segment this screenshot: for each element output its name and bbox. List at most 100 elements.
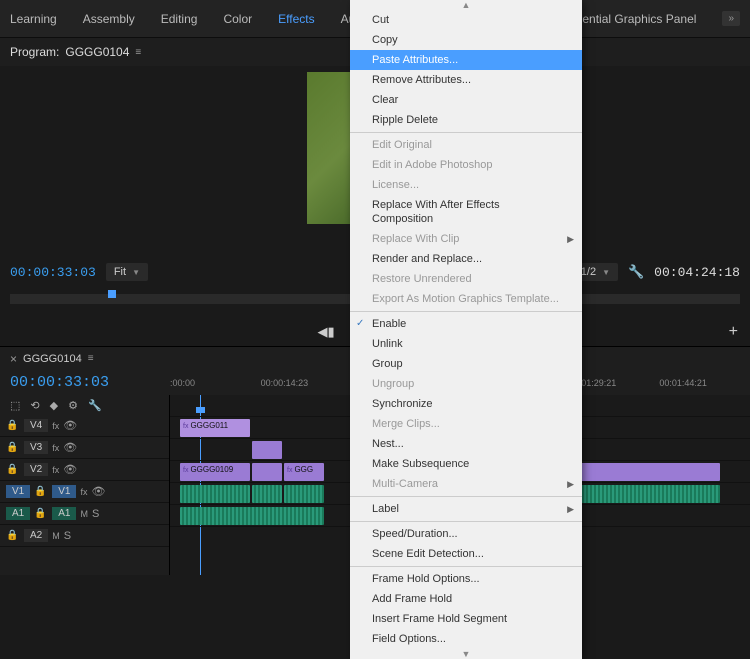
panel-menu-icon[interactable]: ≡ (135, 47, 141, 58)
track-label[interactable]: A1 (52, 507, 76, 520)
menu-separator (350, 521, 582, 522)
workspace-tab-learning[interactable]: Learning (10, 2, 57, 36)
track-label[interactable]: V1 (52, 485, 76, 498)
video-clip[interactable]: fxGGG (284, 463, 324, 481)
snap-icon[interactable]: ⬚ (10, 399, 20, 412)
workspace-tab-assembly[interactable]: Assembly (83, 2, 135, 36)
add-button-icon[interactable]: + (729, 323, 738, 341)
workspace-tab-color[interactable]: Color (223, 2, 252, 36)
overflow-chevron-icon[interactable]: » (722, 11, 740, 26)
eye-icon[interactable]: 👁 (63, 441, 77, 454)
menu-item-nest[interactable]: Nest... (350, 434, 582, 454)
mark-in-icon[interactable]: ◀▮ (317, 324, 334, 340)
fx-badge[interactable]: fx (52, 443, 59, 453)
current-timecode[interactable]: 00:00:33:03 (10, 265, 96, 280)
submenu-arrow-icon: ▶ (567, 502, 574, 516)
menu-item-frame-hold-options[interactable]: Frame Hold Options... (350, 569, 582, 589)
menu-item-ripple-delete[interactable]: Ripple Delete (350, 110, 582, 130)
menu-item-restore-unrendered: Restore Unrendered (350, 269, 582, 289)
menu-item-label: Scene Edit Detection... (372, 547, 484, 561)
scroll-up-arrow-icon[interactable]: ▲ (350, 0, 582, 10)
menu-item-unlink[interactable]: Unlink (350, 334, 582, 354)
fx-badge[interactable]: fx (52, 465, 59, 475)
lock-icon[interactable]: 🔒 (34, 486, 48, 497)
track-patch[interactable]: V1 (6, 485, 30, 498)
timeline-panel-menu-icon[interactable]: ≡ (88, 353, 94, 364)
lock-icon[interactable]: 🔒 (34, 508, 48, 519)
track-patch[interactable]: A1 (6, 507, 30, 520)
menu-item-synchronize[interactable]: Synchronize (350, 394, 582, 414)
track-label[interactable]: A2 (24, 529, 48, 542)
video-clip[interactable] (560, 463, 720, 481)
menu-item-label: Clear (372, 93, 398, 107)
menu-item-cut[interactable]: Cut (350, 10, 582, 30)
wrench-icon[interactable]: 🔧 (88, 399, 102, 412)
eye-icon[interactable]: 👁 (63, 463, 77, 476)
lock-icon[interactable]: 🔒 (6, 464, 20, 475)
menu-item-render-and-replace[interactable]: Render and Replace... (350, 249, 582, 269)
fx-badge[interactable]: fx (80, 487, 87, 497)
scroll-down-arrow-icon[interactable]: ▼ (350, 649, 582, 659)
settings-icon[interactable]: ⚙ (68, 399, 78, 412)
menu-item-label: Synchronize (372, 397, 433, 411)
fx-badge[interactable]: fx (52, 421, 59, 431)
menu-item-label: Label (372, 502, 399, 516)
track-a2-header[interactable]: 🔒 A2 M S (0, 525, 169, 547)
menu-item-field-options[interactable]: Field Options... (350, 629, 582, 649)
zoom-fit-dropdown[interactable]: Fit▼ (106, 263, 148, 281)
workspace-tab-editing[interactable]: Editing (161, 2, 198, 36)
track-label[interactable]: V3 (24, 441, 48, 454)
track-label[interactable]: V2 (24, 463, 48, 476)
menu-item-speed-duration[interactable]: Speed/Duration... (350, 524, 582, 544)
audio-clip[interactable] (284, 485, 324, 503)
menu-item-group[interactable]: Group (350, 354, 582, 374)
link-icon[interactable]: ⟲ (30, 399, 39, 412)
menu-item-license: License... (350, 175, 582, 195)
audio-clip[interactable] (180, 485, 250, 503)
solo-badge[interactable]: S (64, 530, 78, 542)
track-label[interactable]: V4 (24, 419, 48, 432)
menu-item-label: Ungroup (372, 377, 414, 391)
video-clip[interactable]: fxGGGG0109 (180, 463, 250, 481)
mute-badge[interactable]: M (52, 531, 60, 541)
marker-icon[interactable]: ◆ (50, 399, 58, 412)
menu-item-insert-frame-hold-segment[interactable]: Insert Frame Hold Segment (350, 609, 582, 629)
menu-item-make-subsequence[interactable]: Make Subsequence (350, 454, 582, 474)
close-panel-icon[interactable]: × (10, 352, 17, 366)
video-clip[interactable] (252, 463, 282, 481)
menu-item-label[interactable]: Label ▶ (350, 499, 582, 519)
menu-item-label: Enable (372, 317, 406, 331)
video-clip[interactable] (252, 441, 282, 459)
mute-badge[interactable]: M (80, 509, 88, 519)
workspace-tab-graphics[interactable]: Essential Graphics Panel (562, 2, 696, 36)
eye-icon[interactable]: 👁 (91, 485, 105, 498)
workspace-tab-effects[interactable]: Effects (278, 2, 314, 36)
track-a1-header[interactable]: A1 🔒 A1 M S (0, 503, 169, 525)
timeline-timecode[interactable]: 00:00:33:03 (10, 374, 109, 391)
menu-item-scene-edit-detection[interactable]: Scene Edit Detection... (350, 544, 582, 564)
track-v4-header[interactable]: 🔒 V4 fx 👁 (0, 415, 169, 437)
lock-icon[interactable]: 🔒 (6, 442, 20, 453)
eye-icon[interactable]: 👁 (63, 419, 77, 432)
timeline-sequence-name[interactable]: GGGG0104 (23, 353, 82, 365)
menu-item-replace-with-after-effects-composition[interactable]: Replace With After Effects Composition (350, 195, 582, 229)
audio-clip[interactable] (560, 485, 720, 503)
audio-clip[interactable] (180, 507, 324, 525)
menu-item-label: Frame Hold Options... (372, 572, 480, 586)
lock-icon[interactable]: 🔒 (6, 530, 20, 541)
menu-item-copy[interactable]: Copy (350, 30, 582, 50)
track-v2-header[interactable]: 🔒 V2 fx 👁 (0, 459, 169, 481)
menu-item-add-frame-hold[interactable]: Add Frame Hold (350, 589, 582, 609)
track-v1-header[interactable]: V1 🔒 V1 fx 👁 (0, 481, 169, 503)
audio-clip[interactable] (252, 485, 282, 503)
video-clip[interactable]: fxGGGG011 (180, 419, 250, 437)
settings-wrench-icon[interactable]: 🔧 (628, 264, 644, 280)
track-v3-header[interactable]: 🔒 V3 fx 👁 (0, 437, 169, 459)
lock-icon[interactable]: 🔒 (6, 420, 20, 431)
menu-item-clear[interactable]: Clear (350, 90, 582, 110)
menu-item-enable[interactable]: ✓Enable (350, 314, 582, 334)
menu-item-paste-attributes[interactable]: Paste Attributes... (350, 50, 582, 70)
solo-badge[interactable]: S (92, 508, 106, 520)
menu-item-label: Merge Clips... (372, 417, 440, 431)
menu-item-remove-attributes[interactable]: Remove Attributes... (350, 70, 582, 90)
